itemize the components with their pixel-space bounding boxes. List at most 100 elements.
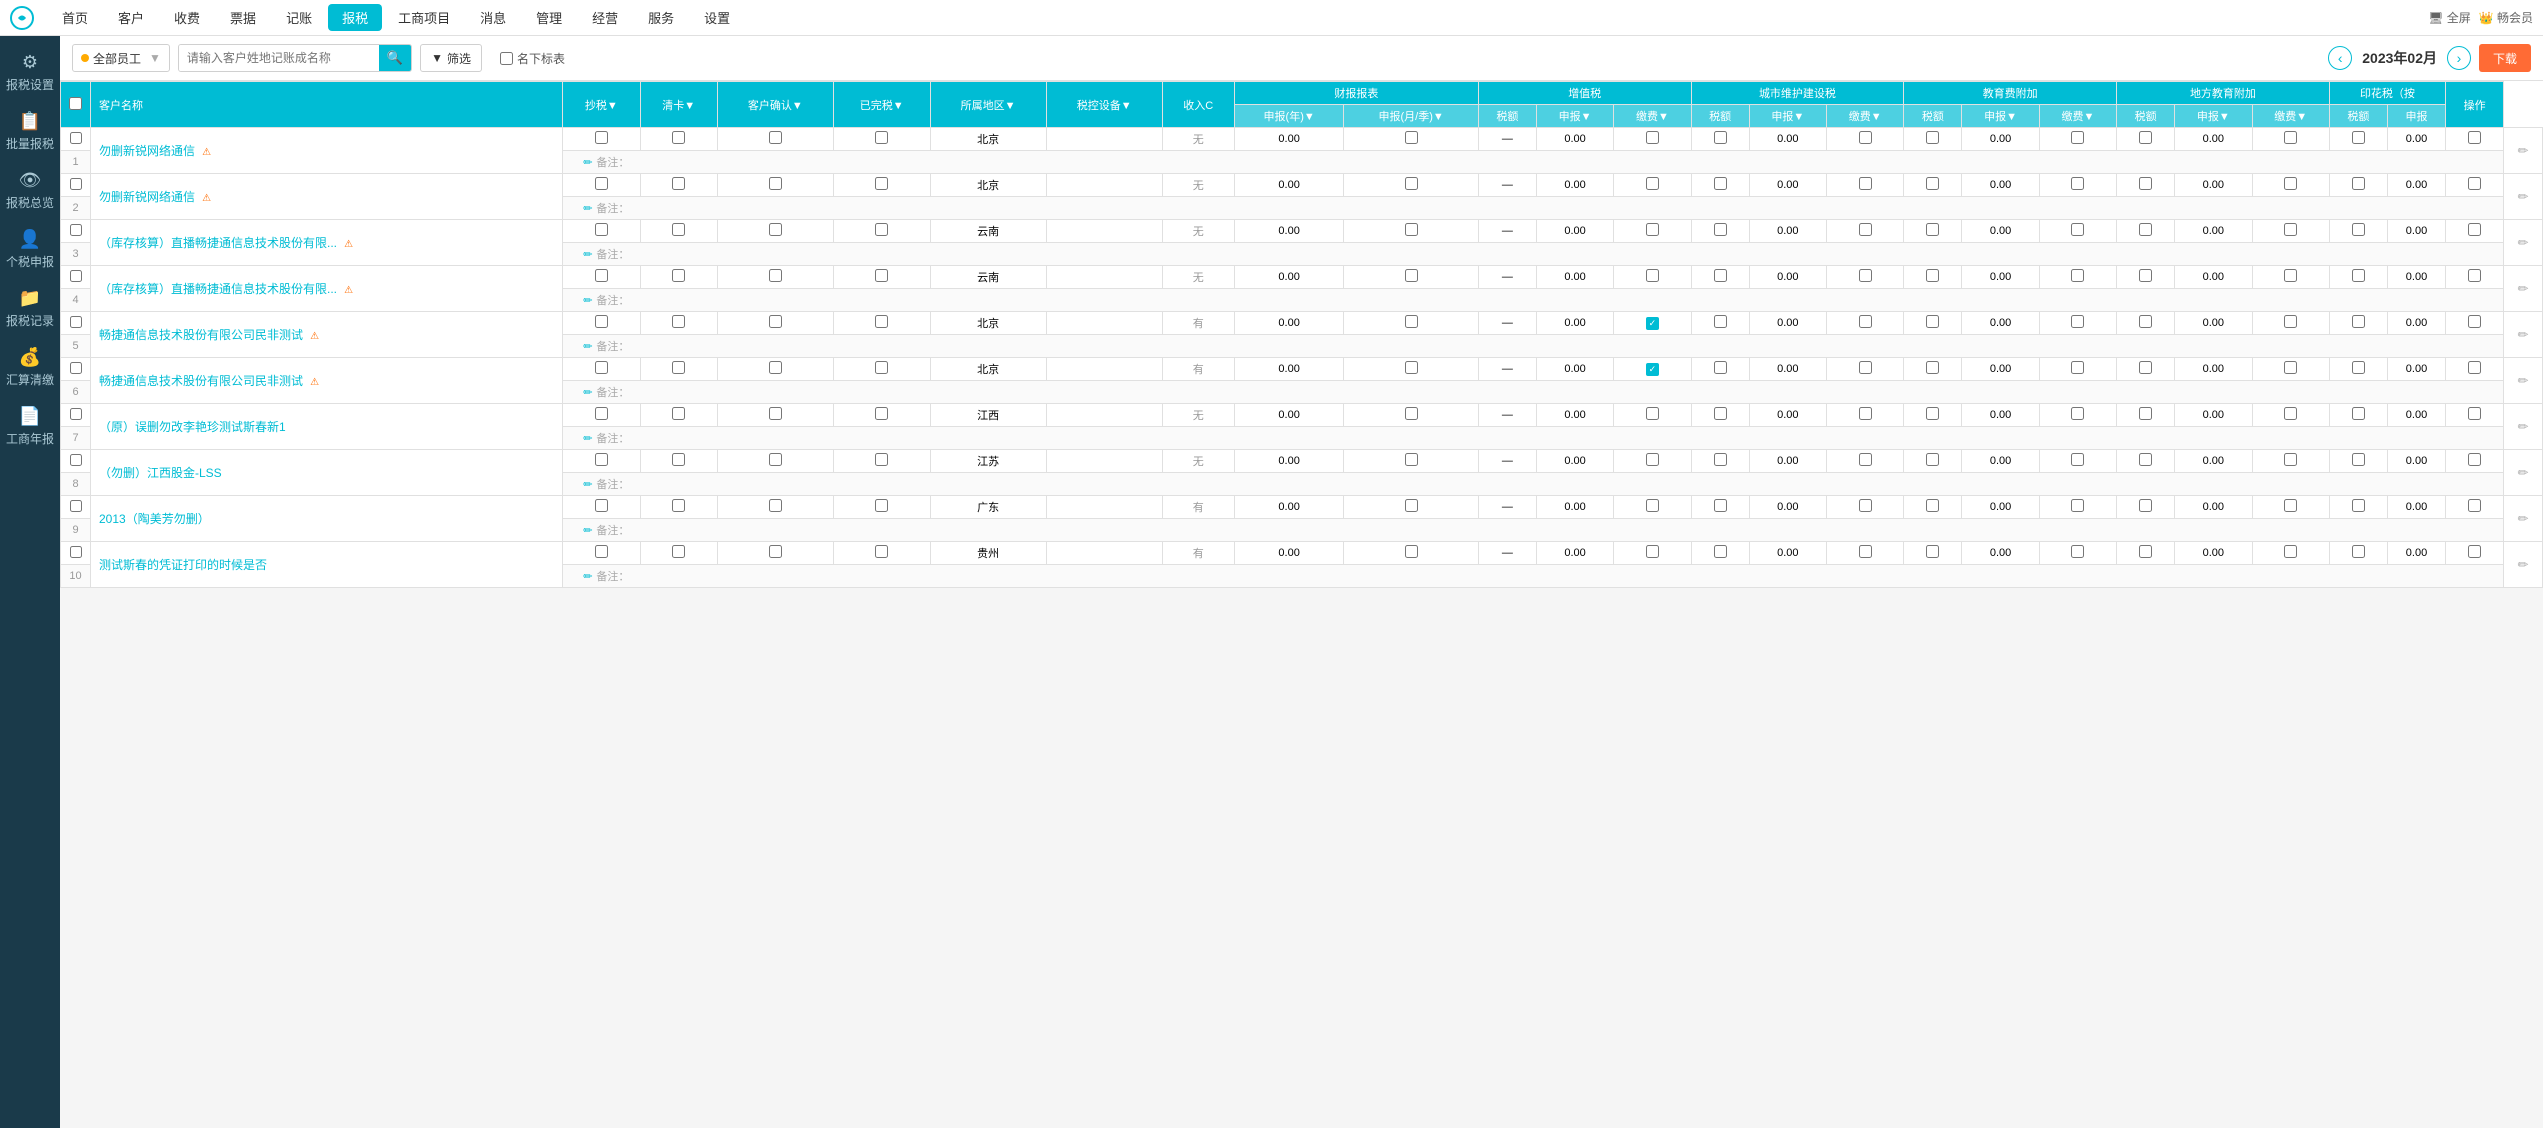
local-pay-checkbox[interactable]	[2352, 315, 2365, 328]
confirm-checkbox[interactable]	[769, 453, 782, 466]
vat-checkbox[interactable]	[1646, 407, 1659, 420]
local-declare-checkbox[interactable]	[2284, 131, 2297, 144]
paid-checkbox[interactable]	[875, 453, 888, 466]
local-pay-checkbox[interactable]	[2352, 453, 2365, 466]
stamp-declare-checkbox[interactable]	[2468, 407, 2481, 420]
city-declare-checkbox[interactable]	[1859, 177, 1872, 190]
clear-card-checkbox[interactable]	[672, 361, 685, 374]
edu-pay-checkbox[interactable]	[2139, 131, 2152, 144]
local-declare-checkbox[interactable]	[2284, 177, 2297, 190]
annual-report-checkbox[interactable]	[1405, 223, 1418, 236]
edu-declare-checkbox[interactable]	[2071, 545, 2084, 558]
edu-declare-checkbox[interactable]	[2071, 223, 2084, 236]
annual-report-checkbox[interactable]	[1405, 499, 1418, 512]
annual-report-checkbox[interactable]	[1405, 177, 1418, 190]
vat-checkbox[interactable]	[1646, 223, 1659, 236]
company-name-link[interactable]: 测试斯春的凭证打印的时候是否	[99, 558, 267, 572]
row-checkbox[interactable]	[70, 546, 82, 558]
sidebar-tax-settings[interactable]: ⚙ 报税设置	[0, 44, 60, 101]
city-declare-checkbox[interactable]	[1859, 453, 1872, 466]
nav-message[interactable]: 消息	[466, 4, 520, 31]
company-name-link[interactable]: 勿删新锐网络通信	[99, 144, 195, 158]
stamp-declare-checkbox[interactable]	[2468, 453, 2481, 466]
sidebar-personal-tax[interactable]: 👤 个税申报	[0, 221, 60, 278]
vat-pay-checkbox[interactable]	[1714, 499, 1727, 512]
stamp-declare-checkbox[interactable]	[2468, 499, 2481, 512]
fullscreen-btn[interactable]: 🖥 全屏	[2428, 9, 2471, 26]
nav-service[interactable]: 服务	[634, 4, 688, 31]
sidebar-batch-tax[interactable]: 📋 批量报税	[0, 103, 60, 160]
local-pay-checkbox[interactable]	[2352, 407, 2365, 420]
row-checkbox[interactable]	[70, 178, 82, 190]
clear-card-checkbox[interactable]	[672, 407, 685, 420]
row-checkbox[interactable]	[70, 132, 82, 144]
copy-tax-checkbox[interactable]	[595, 499, 608, 512]
local-pay-checkbox[interactable]	[2352, 131, 2365, 144]
vat-pay-checkbox[interactable]	[1714, 453, 1727, 466]
city-declare-checkbox[interactable]	[1859, 361, 1872, 374]
confirm-checkbox[interactable]	[769, 223, 782, 236]
sidebar-annual-report[interactable]: 📄 工商年报	[0, 398, 60, 455]
edu-pay-checkbox[interactable]	[2139, 223, 2152, 236]
select-all-checkbox[interactable]	[69, 97, 82, 110]
stamp-declare-checkbox[interactable]	[2468, 315, 2481, 328]
annual-report-checkbox[interactable]	[1405, 453, 1418, 466]
stamp-declare-checkbox[interactable]	[2468, 177, 2481, 190]
vat-pay-checkbox[interactable]	[1714, 269, 1727, 282]
company-name-link[interactable]: （库存核算）直播畅捷通信息技术股份有限...	[99, 282, 337, 296]
annual-report-checkbox[interactable]	[1405, 407, 1418, 420]
stamp-declare-checkbox[interactable]	[2468, 223, 2481, 236]
edit-button[interactable]: ✏	[2518, 511, 2529, 526]
edit-button[interactable]: ✏	[2518, 189, 2529, 204]
city-declare-checkbox[interactable]	[1859, 407, 1872, 420]
edu-pay-checkbox[interactable]	[2139, 407, 2152, 420]
vat-pay-checkbox[interactable]	[1714, 361, 1727, 374]
paid-checkbox[interactable]	[875, 131, 888, 144]
clear-card-checkbox[interactable]	[672, 453, 685, 466]
edu-declare-checkbox[interactable]	[2071, 269, 2084, 282]
edu-pay-checkbox[interactable]	[2139, 315, 2152, 328]
edu-declare-checkbox[interactable]	[2071, 407, 2084, 420]
filter-button[interactable]: ▼ 筛选	[420, 44, 482, 72]
clear-card-checkbox[interactable]	[672, 223, 685, 236]
search-input[interactable]	[179, 45, 379, 71]
annual-report-checkbox[interactable]	[1405, 131, 1418, 144]
nav-industrial[interactable]: 工商项目	[384, 4, 464, 31]
employee-filter[interactable]: 全部员工 ▼	[72, 44, 170, 72]
copy-tax-checkbox[interactable]	[595, 131, 608, 144]
city-pay-checkbox[interactable]	[1926, 407, 1939, 420]
city-pay-checkbox[interactable]	[1926, 177, 1939, 190]
paid-checkbox[interactable]	[875, 499, 888, 512]
annual-report-checkbox[interactable]	[1405, 545, 1418, 558]
stamp-declare-checkbox[interactable]	[2468, 131, 2481, 144]
copy-tax-checkbox[interactable]	[595, 453, 608, 466]
company-name-link[interactable]: 畅捷通信息技术股份有限公司民非测试	[99, 328, 303, 342]
row-checkbox[interactable]	[70, 408, 82, 420]
vat-pay-checkbox[interactable]	[1714, 223, 1727, 236]
vat-checkbox[interactable]	[1646, 131, 1659, 144]
local-declare-checkbox[interactable]	[2284, 269, 2297, 282]
copy-tax-checkbox[interactable]	[595, 315, 608, 328]
city-pay-checkbox[interactable]	[1926, 453, 1939, 466]
edit-button[interactable]: ✏	[2518, 465, 2529, 480]
vat-checkbox[interactable]	[1646, 269, 1659, 282]
copy-tax-checkbox[interactable]	[595, 361, 608, 374]
sidebar-annual-settlement[interactable]: 💰 汇算清缴	[0, 339, 60, 396]
nav-customer[interactable]: 客户	[104, 4, 158, 31]
name-label-button[interactable]: 名下标表	[490, 44, 575, 72]
paid-checkbox[interactable]	[875, 361, 888, 374]
city-pay-checkbox[interactable]	[1926, 315, 1939, 328]
company-name-link[interactable]: 畅捷通信息技术股份有限公司民非测试	[99, 374, 303, 388]
clear-card-checkbox[interactable]	[672, 545, 685, 558]
clear-card-checkbox[interactable]	[672, 499, 685, 512]
edu-pay-checkbox[interactable]	[2139, 545, 2152, 558]
prev-month-button[interactable]: ‹	[2328, 46, 2352, 70]
city-pay-checkbox[interactable]	[1926, 499, 1939, 512]
local-pay-checkbox[interactable]	[2352, 545, 2365, 558]
company-name-link[interactable]: （勿删）江西股金-LSS	[99, 466, 222, 480]
copy-tax-checkbox[interactable]	[595, 407, 608, 420]
local-declare-checkbox[interactable]	[2284, 499, 2297, 512]
stamp-declare-checkbox[interactable]	[2468, 545, 2481, 558]
local-pay-checkbox[interactable]	[2352, 269, 2365, 282]
copy-tax-checkbox[interactable]	[595, 223, 608, 236]
